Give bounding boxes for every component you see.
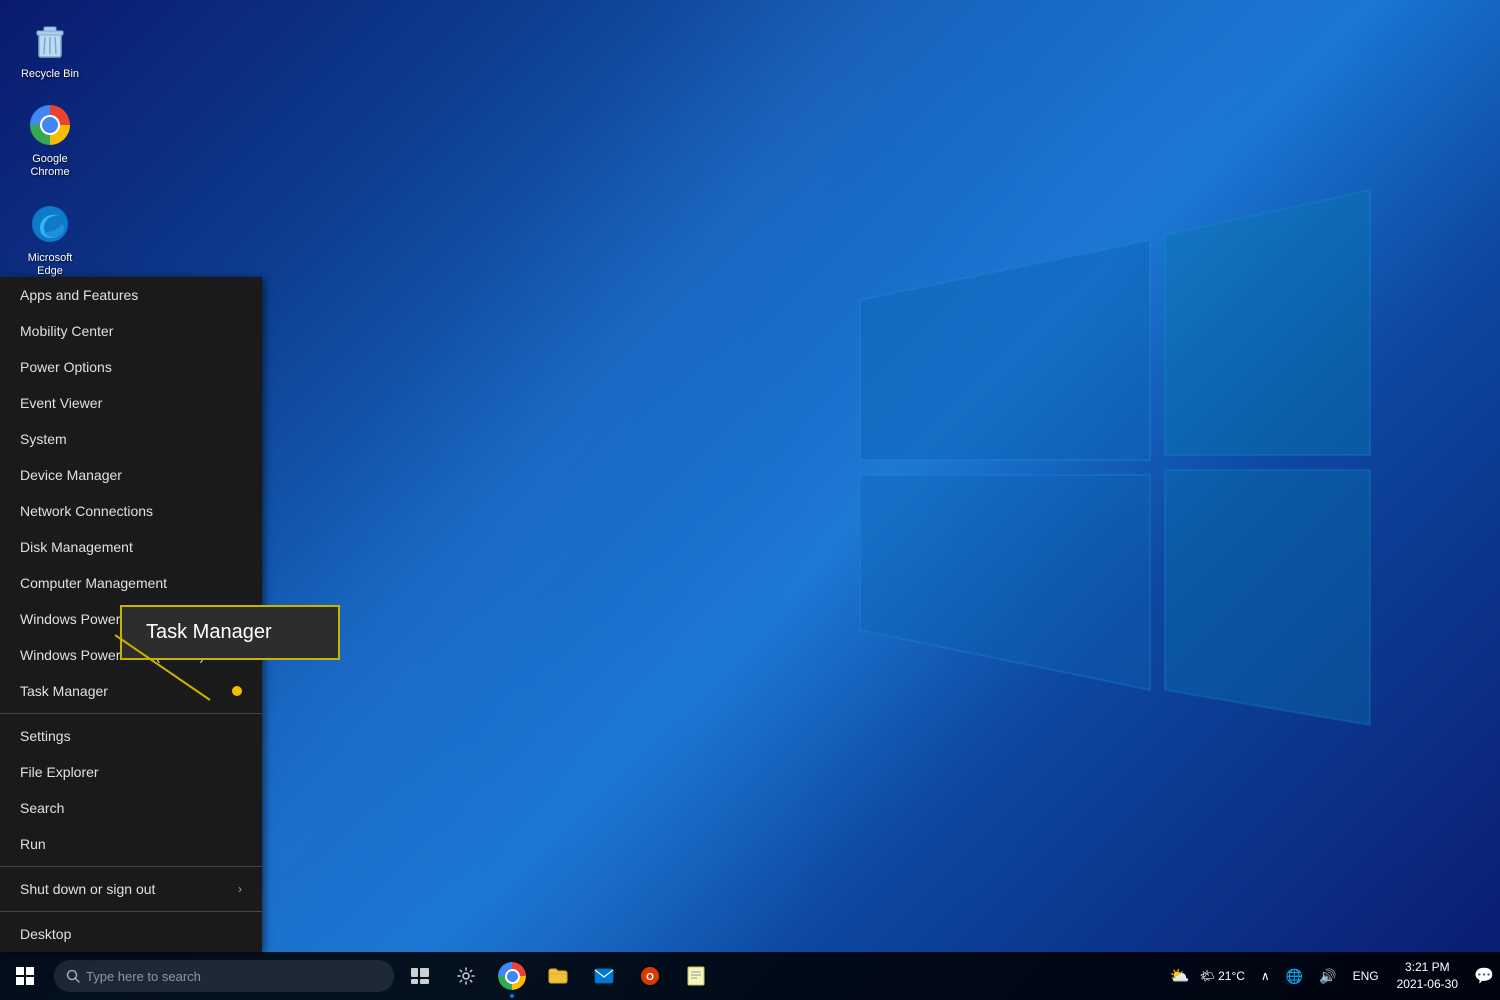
- recycle-bin-icon[interactable]: Recycle Bin: [10, 10, 90, 87]
- menu-item-file-explorer[interactable]: File Explorer: [0, 754, 262, 790]
- menu-item-network-connections[interactable]: Network Connections: [0, 493, 262, 529]
- clock-date: 2021-06-30: [1397, 976, 1458, 993]
- taskbar-search-bar[interactable]: Type here to search: [54, 960, 394, 992]
- menu-item-device-manager[interactable]: Device Manager: [0, 457, 262, 493]
- taskbar-chrome-button[interactable]: [490, 952, 534, 1000]
- menu-item-power-options[interactable]: Power Options: [0, 349, 262, 385]
- chrome-label: Google Chrome: [16, 153, 84, 179]
- taskbar-file-explorer-button[interactable]: [536, 952, 580, 1000]
- volume-tray[interactable]: 🔊: [1311, 952, 1344, 1000]
- desktop: Recycle Bin Google Chrome Microsoft Edge…: [0, 0, 1500, 1000]
- windows-logo: [800, 180, 1380, 760]
- recycle-bin-image: [26, 16, 74, 64]
- task-manager-tooltip: Task Manager: [120, 605, 340, 660]
- recycle-bin-label: Recycle Bin: [21, 68, 79, 81]
- network-icon: 🌐: [1286, 968, 1303, 985]
- action-center-button[interactable]: 💬: [1468, 952, 1500, 1000]
- microsoft-edge-icon[interactable]: Microsoft Edge: [10, 194, 90, 284]
- edge-image: [26, 200, 74, 248]
- chrome-image: [26, 101, 74, 149]
- shut-down-arrow: ›: [238, 882, 242, 896]
- taskbar-pinned-icons: O: [398, 952, 718, 1000]
- menu-item-system[interactable]: System: [0, 421, 262, 457]
- svg-text:O: O: [646, 972, 654, 983]
- taskbar-settings-button[interactable]: [444, 952, 488, 1000]
- menu-item-computer-management[interactable]: Computer Management: [0, 565, 262, 601]
- edge-label: Microsoft Edge: [16, 252, 84, 278]
- menu-divider-2: [0, 866, 262, 867]
- menu-item-apps-features[interactable]: Apps and Features: [0, 277, 262, 313]
- start-button[interactable]: [0, 952, 50, 1000]
- menu-item-shut-down[interactable]: Shut down or sign out ›: [0, 871, 262, 907]
- weather-temp: 🌤 21°C: [1200, 969, 1245, 983]
- task-view-button[interactable]: [398, 952, 442, 1000]
- menu-item-settings[interactable]: Settings: [0, 718, 262, 754]
- caret-icon: ∧: [1261, 969, 1270, 983]
- taskbar: Type here to search: [0, 952, 1500, 1000]
- language-label: ENG: [1353, 969, 1379, 983]
- search-placeholder: Type here to search: [86, 969, 201, 984]
- clock-time: 3:21 PM: [1405, 959, 1450, 976]
- volume-icon: 🔊: [1319, 968, 1336, 985]
- taskbar-notes-button[interactable]: [674, 952, 718, 1000]
- network-tray[interactable]: 🌐: [1278, 952, 1311, 1000]
- menu-item-run[interactable]: Run: [0, 826, 262, 862]
- language-tray[interactable]: ENG: [1345, 952, 1387, 1000]
- menu-item-desktop[interactable]: Desktop: [0, 916, 262, 952]
- menu-item-task-manager[interactable]: Task Manager: [0, 673, 262, 709]
- menu-divider-1: [0, 713, 262, 714]
- task-manager-dot: [232, 686, 242, 696]
- clock-display[interactable]: 3:21 PM 2021-06-30: [1387, 952, 1468, 1000]
- notification-icon: 💬: [1474, 966, 1494, 986]
- tray-overflow-button[interactable]: ∧: [1253, 952, 1278, 1000]
- weather-icon: ⛅: [1170, 966, 1190, 986]
- menu-item-event-viewer[interactable]: Event Viewer: [0, 385, 262, 421]
- menu-item-mobility-center[interactable]: Mobility Center: [0, 313, 262, 349]
- menu-item-search[interactable]: Search: [0, 790, 262, 826]
- menu-item-disk-management[interactable]: Disk Management: [0, 529, 262, 565]
- taskbar-office-button[interactable]: O: [628, 952, 672, 1000]
- menu-divider-3: [0, 911, 262, 912]
- weather-tray[interactable]: ⛅ 🌤 21°C: [1162, 952, 1253, 1000]
- system-tray-area: ⛅ 🌤 21°C ∧ 🌐 🔊 ENG 3:21 PM 2021: [1162, 952, 1500, 1000]
- taskbar-mail-button[interactable]: [582, 952, 626, 1000]
- google-chrome-icon[interactable]: Google Chrome: [10, 95, 90, 185]
- desktop-icons-container: Recycle Bin Google Chrome Microsoft Edge: [10, 10, 90, 284]
